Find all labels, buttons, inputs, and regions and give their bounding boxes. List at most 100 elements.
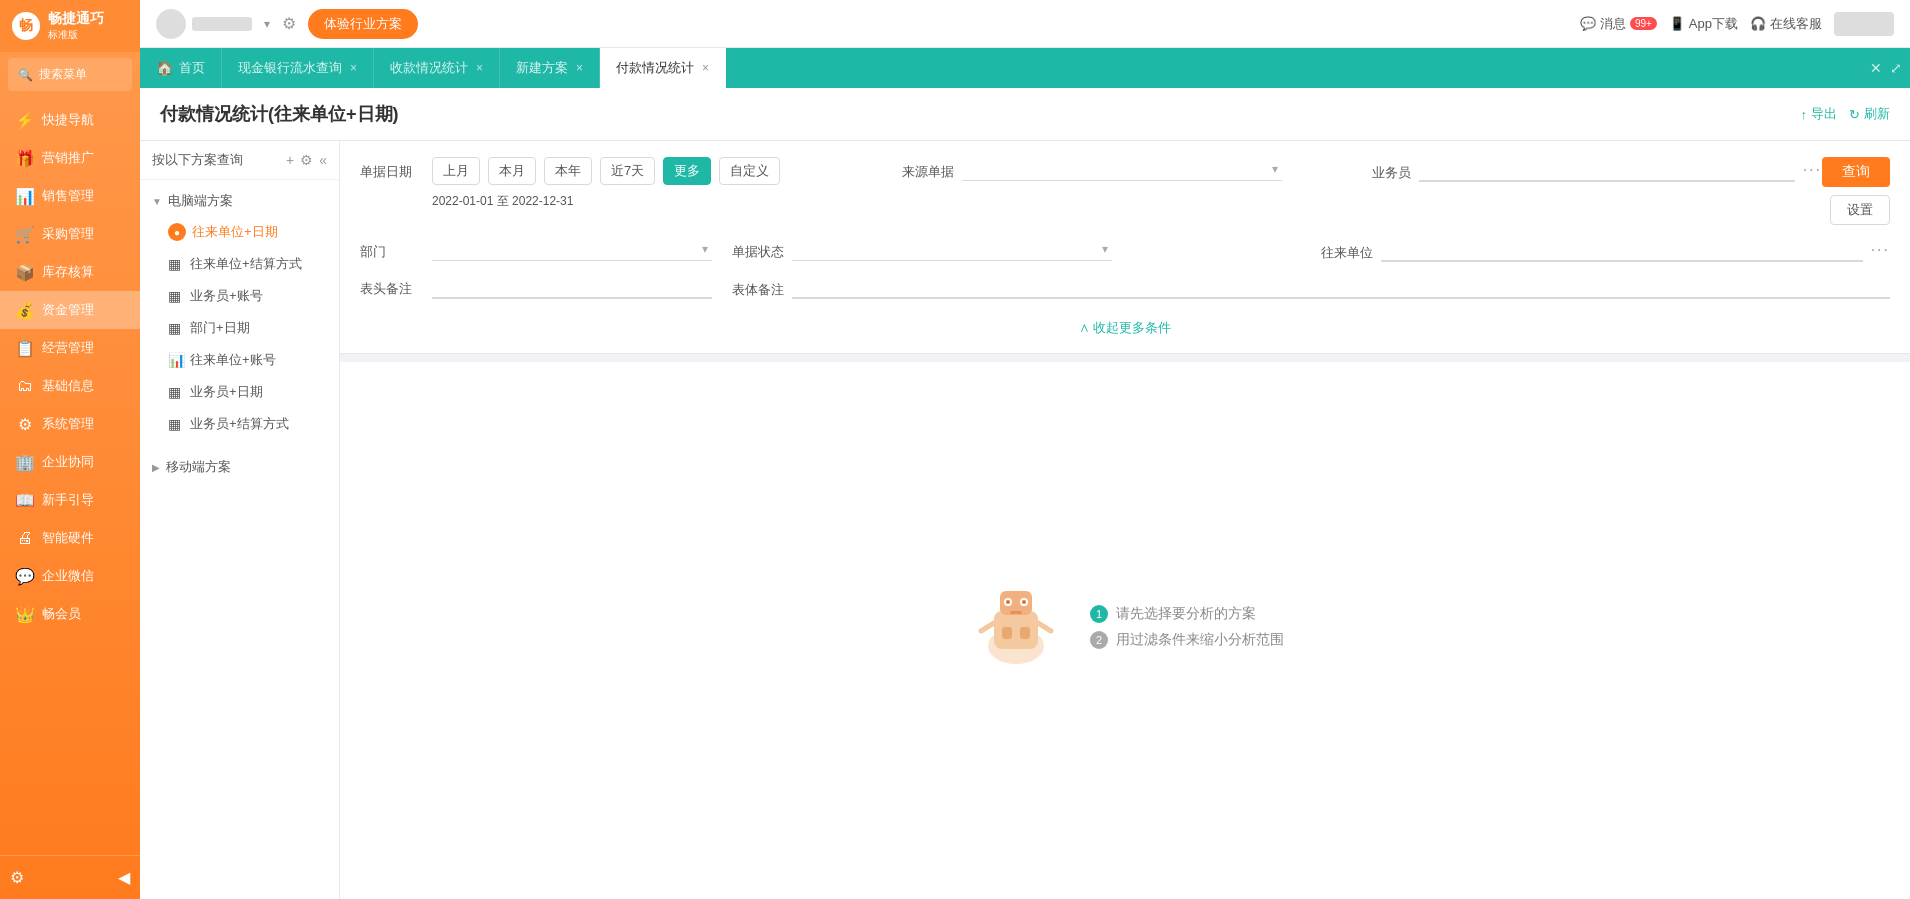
- messages-label: 消息: [1600, 15, 1626, 33]
- scheme-item-unit-account[interactable]: 📊 往来单位+账号: [140, 344, 339, 376]
- sidebar-item-label: 智能硬件: [42, 529, 94, 547]
- scheme-settings-icon[interactable]: ⚙: [300, 152, 313, 168]
- staff-input[interactable]: [1419, 157, 1795, 181]
- scheme-item-staff-account[interactable]: ▦ 业务员+账号: [140, 280, 339, 312]
- search-icon: 🔍: [18, 68, 33, 82]
- finance-icon: 💰: [16, 301, 34, 319]
- sidebar-item-inventory[interactable]: 📦 库存核算: [0, 253, 140, 291]
- mobile-group-title[interactable]: ▶ 移动端方案: [140, 452, 339, 482]
- table-body-note-input[interactable]: [792, 274, 1890, 298]
- pc-scheme-group: ▼ 电脑端方案 ● 往来单位+日期 ▦ 往来单位+结算方式 ▦ 业务员+账号: [140, 180, 339, 446]
- tab-payment[interactable]: 付款情况统计 ×: [600, 48, 726, 88]
- scheme-icon-staff-date: ▦: [168, 384, 184, 400]
- scheme-add-icon[interactable]: +: [286, 152, 294, 168]
- sidebar-item-member[interactable]: 👑 畅会员: [0, 595, 140, 633]
- date-btn-custom[interactable]: 自定义: [719, 157, 780, 185]
- tab-bank[interactable]: 现金银行流水查询 ×: [222, 48, 374, 88]
- tab-receipt-close[interactable]: ×: [476, 61, 483, 75]
- sidebar-item-marketing[interactable]: 🎁 营销推广: [0, 139, 140, 177]
- sidebar-item-operations[interactable]: 📋 经营管理: [0, 329, 140, 367]
- filter-area: 单据日期 上月 本月 本年 近7天 更多 自定义 2022-01-01 至 20…: [340, 141, 1910, 354]
- table-header-note-input[interactable]: [432, 274, 712, 298]
- scheme-icon-unit-settle: ▦: [168, 256, 184, 272]
- source-bill-select[interactable]: [962, 157, 1282, 181]
- messages-action[interactable]: 💬 消息 99+: [1580, 15, 1657, 33]
- scheme-panel-title: 按以下方案查询: [152, 151, 243, 169]
- bill-status-label: 单据状态: [732, 237, 784, 261]
- date-btn-lastmonth[interactable]: 上月: [432, 157, 480, 185]
- date-btn-more[interactable]: 更多: [663, 157, 711, 185]
- svg-line-9: [1038, 623, 1051, 631]
- scheme-item-staff-date[interactable]: ▦ 业务员+日期: [140, 376, 339, 408]
- source-bill-label: 来源单据: [902, 157, 954, 181]
- sidebar-item-hardware[interactable]: 🖨 智能硬件: [0, 519, 140, 557]
- tab-new[interactable]: 新建方案 ×: [500, 48, 600, 88]
- sales-icon: 📊: [16, 187, 34, 205]
- sidebar-item-quicknav[interactable]: ⚡ 快捷导航: [0, 101, 140, 139]
- search-menu[interactable]: 🔍 搜索菜单: [8, 58, 132, 91]
- collapse-more-btn[interactable]: ∧ 收起更多条件: [360, 311, 1890, 337]
- refresh-button[interactable]: ↻ 刷新: [1849, 105, 1890, 123]
- date-btn-thisyear[interactable]: 本年: [544, 157, 592, 185]
- online-service-action[interactable]: 🎧 在线客服: [1750, 15, 1822, 33]
- date-btn-thismonth[interactable]: 本月: [488, 157, 536, 185]
- sidebar-item-basic[interactable]: 🗂 基础信息: [0, 367, 140, 405]
- purchase-icon: 🛒: [16, 225, 34, 243]
- pc-group-label: 电脑端方案: [168, 192, 233, 210]
- pc-group-title[interactable]: ▼ 电脑端方案: [140, 186, 339, 216]
- scheme-collapse-icon[interactable]: «: [319, 152, 327, 168]
- expand-icon[interactable]: ⤢: [1890, 60, 1902, 76]
- sidebar-item-label: 资金管理: [42, 301, 94, 319]
- date-btn-7days[interactable]: 近7天: [600, 157, 655, 185]
- tab-receipt[interactable]: 收款情况统计 ×: [374, 48, 500, 88]
- sidebar-footer: ⚙ ◀: [0, 855, 140, 899]
- basic-icon: 🗂: [16, 377, 34, 395]
- topbar-dropdown-arrow[interactable]: ▾: [264, 17, 270, 31]
- tab-payment-label: 付款情况统计: [616, 59, 694, 77]
- sidebar-item-guide[interactable]: 📖 新手引导: [0, 481, 140, 519]
- partner-dots[interactable]: ···: [1871, 241, 1890, 259]
- refresh-label: 刷新: [1864, 105, 1890, 123]
- tab-new-close[interactable]: ×: [576, 61, 583, 75]
- sidebar-item-purchase[interactable]: 🛒 采购管理: [0, 215, 140, 253]
- partner-input[interactable]: [1381, 237, 1863, 261]
- tab-payment-close[interactable]: ×: [702, 61, 709, 75]
- sidebar-item-sales[interactable]: 📊 销售管理: [0, 177, 140, 215]
- sidebar-item-label: 营销推广: [42, 149, 94, 167]
- sidebar-item-enterprise[interactable]: 🏢 企业协同: [0, 443, 140, 481]
- trial-button[interactable]: 体验行业方案: [308, 9, 418, 39]
- footer-settings-icon[interactable]: ⚙: [10, 868, 24, 887]
- collapse-label: 收起更多条件: [1093, 320, 1171, 335]
- tab-home[interactable]: 🏠 首页: [140, 48, 222, 88]
- bill-date-label: 单据日期: [360, 157, 432, 181]
- settings-button[interactable]: 设置: [1830, 195, 1890, 225]
- close-all-icon[interactable]: ✕: [1870, 60, 1882, 76]
- scheme-icon-staff-account: ▦: [168, 288, 184, 304]
- export-button[interactable]: ↑ 导出: [1801, 105, 1838, 123]
- scheme-icon-unit-date: ●: [168, 223, 186, 241]
- tab-bank-label: 现金银行流水查询: [238, 59, 342, 77]
- dept-select[interactable]: [432, 237, 712, 261]
- scheme-item-unit-settle[interactable]: ▦ 往来单位+结算方式: [140, 248, 339, 280]
- scheme-label-staff-date: 业务员+日期: [190, 383, 263, 401]
- tab-bank-close[interactable]: ×: [350, 61, 357, 75]
- tip-num-2: 2: [1090, 631, 1108, 649]
- topbar-gear-icon[interactable]: ⚙: [282, 14, 296, 33]
- staff-dots[interactable]: ···: [1803, 161, 1822, 179]
- app-download-action[interactable]: 📱 App下载: [1669, 15, 1738, 33]
- marketing-icon: 🎁: [16, 149, 34, 167]
- sidebar-item-wechat[interactable]: 💬 企业微信: [0, 557, 140, 595]
- scheme-item-unit-date[interactable]: ● 往来单位+日期: [140, 216, 339, 248]
- topbar: ▾ ⚙ 体验行业方案 💬 消息 99+ 📱 App下载 🎧 在线客服: [140, 0, 1910, 48]
- service-icon: 🎧: [1750, 16, 1766, 31]
- sidebar-item-system[interactable]: ⚙ 系统管理: [0, 405, 140, 443]
- sidebar-item-finance[interactable]: 💰 资金管理: [0, 291, 140, 329]
- query-button[interactable]: 查询: [1822, 157, 1890, 187]
- filter-row-1: 单据日期 上月 本月 本年 近7天 更多 自定义 2022-01-01 至 20…: [360, 157, 1890, 225]
- app-download-label: App下载: [1689, 15, 1738, 33]
- scheme-item-staff-settle[interactable]: ▦ 业务员+结算方式: [140, 408, 339, 440]
- bill-status-select[interactable]: [792, 237, 1112, 261]
- quicknav-icon: ⚡: [16, 111, 34, 129]
- scheme-item-dept-date[interactable]: ▦ 部门+日期: [140, 312, 339, 344]
- footer-collapse-icon[interactable]: ◀: [118, 868, 130, 887]
